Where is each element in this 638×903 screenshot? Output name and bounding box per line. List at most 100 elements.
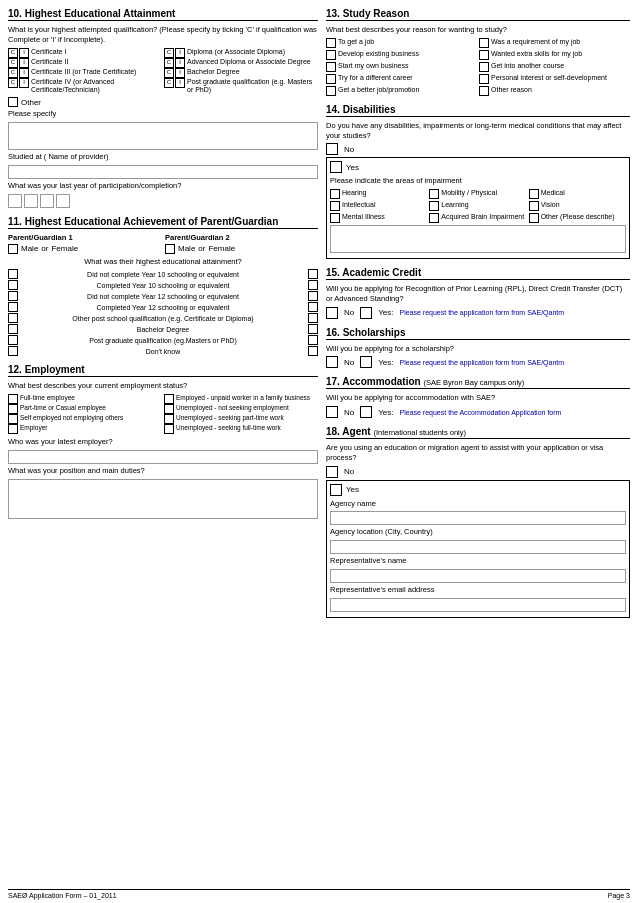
- parent1-male-checkbox[interactable]: [8, 244, 18, 254]
- section-13-title: 13. Study Reason: [326, 8, 630, 21]
- parent2-male-checkbox[interactable]: [165, 244, 175, 254]
- study-item-req: Was a requirement of my job: [479, 38, 630, 48]
- bachelor-complete[interactable]: C: [164, 68, 174, 78]
- accom-yes-cb[interactable]: [360, 406, 372, 418]
- emp-fulltime-cb[interactable]: [8, 394, 18, 404]
- disability-mobility-cb[interactable]: [429, 189, 439, 199]
- accom-no-cb[interactable]: [326, 406, 338, 418]
- emp-unemp-fulltime-cb[interactable]: [164, 424, 174, 434]
- cert-1-complete[interactable]: C: [8, 48, 18, 58]
- year-box-2[interactable]: [24, 194, 38, 208]
- cert-4-complete[interactable]: C: [8, 78, 18, 88]
- adv-diploma-complete[interactable]: C: [164, 58, 174, 68]
- study-career-cb[interactable]: [326, 74, 336, 84]
- disability-describe-input[interactable]: [330, 225, 626, 253]
- attainment-5-p1[interactable]: [8, 324, 18, 334]
- disability-no-cb[interactable]: [326, 143, 338, 155]
- emp-employer-cb[interactable]: [8, 424, 18, 434]
- attainment-0-p2[interactable]: [308, 269, 318, 279]
- emp-unemp-notseeking-cb[interactable]: [164, 404, 174, 414]
- study-personal-cb[interactable]: [479, 74, 489, 84]
- year-box-1[interactable]: [8, 194, 22, 208]
- attainment-3-p2[interactable]: [308, 302, 318, 312]
- cert-4-incomplete[interactable]: I: [19, 78, 29, 88]
- attainment-2-label: Did not complete Year 12 schooling or eq…: [18, 293, 308, 300]
- study-extraskills-cb[interactable]: [479, 50, 489, 60]
- adv-diploma-item: C I Advanced Diploma or Associate Degree: [164, 58, 318, 68]
- disability-medical-cb[interactable]: [529, 189, 539, 199]
- emp-employer: Employer: [8, 424, 162, 434]
- disability-vision-cb[interactable]: [529, 201, 539, 211]
- attainment-6-p2[interactable]: [308, 335, 318, 345]
- attainment-7-p2[interactable]: [308, 346, 318, 356]
- disability-intellectual-cb[interactable]: [330, 201, 340, 211]
- attainment-0-p1[interactable]: [8, 269, 18, 279]
- study-othercourse-cb[interactable]: [479, 62, 489, 72]
- emp-parttime-cb[interactable]: [8, 404, 18, 414]
- please-specify-input[interactable]: [8, 122, 318, 150]
- disability-learning-cb[interactable]: [429, 201, 439, 211]
- attainment-7-p1[interactable]: [8, 346, 18, 356]
- position-duties-input[interactable]: [8, 479, 318, 519]
- adv-diploma-incomplete[interactable]: I: [175, 58, 185, 68]
- cert-3-complete[interactable]: C: [8, 68, 18, 78]
- cert-4-label: Certificate IV (or Advanced Certificate/…: [31, 78, 162, 95]
- agent-no-cb[interactable]: [326, 466, 338, 478]
- disability-yes-cb[interactable]: [330, 161, 342, 173]
- study-job-cb[interactable]: [326, 38, 336, 48]
- year-box-3[interactable]: [40, 194, 54, 208]
- attainment-2-p2[interactable]: [308, 291, 318, 301]
- attainment-1-p2[interactable]: [308, 280, 318, 290]
- other-checkbox[interactable]: [8, 97, 18, 107]
- emp-unpaid-cb[interactable]: [164, 394, 174, 404]
- cert-1-item: C I Certificate I: [8, 48, 162, 58]
- attainment-5-p2[interactable]: [308, 324, 318, 334]
- diploma-complete[interactable]: C: [164, 48, 174, 58]
- attainment-4-p1[interactable]: [8, 313, 18, 323]
- agency-name-input[interactable]: [330, 511, 626, 525]
- credit-no-cb[interactable]: [326, 307, 338, 319]
- postgrad-item: C I Post graduate qualification (e.g. Ma…: [164, 78, 318, 95]
- diploma-incomplete[interactable]: I: [175, 48, 185, 58]
- attainment-4-p2[interactable]: [308, 313, 318, 323]
- agent-yes-group: Yes Agency name Agency location (City, C…: [326, 480, 630, 618]
- scholarship-yes-cb[interactable]: [360, 356, 372, 368]
- study-otherreason-cb[interactable]: [479, 86, 489, 96]
- section-13-question: What best describes your reason for want…: [326, 25, 630, 35]
- emp-selfemployed-cb[interactable]: [8, 414, 18, 424]
- cert-2-complete[interactable]: C: [8, 58, 18, 68]
- attainment-6-p1[interactable]: [8, 335, 18, 345]
- credit-yes-label: Yes:: [378, 308, 393, 317]
- study-biz-cb[interactable]: [326, 50, 336, 60]
- disability-abi-cb[interactable]: [429, 213, 439, 223]
- agent-yes-cb[interactable]: [330, 484, 342, 496]
- year-box-4[interactable]: [56, 194, 70, 208]
- attainment-1-label: Completed Year 10 schooling or equivalen…: [18, 282, 308, 289]
- study-req-cb[interactable]: [479, 38, 489, 48]
- rep-email-input[interactable]: [330, 598, 626, 612]
- postgrad-incomplete[interactable]: I: [175, 78, 185, 88]
- disability-other-cb[interactable]: [529, 213, 539, 223]
- postgrad-complete[interactable]: C: [164, 78, 174, 88]
- cert-2-incomplete[interactable]: I: [19, 58, 29, 68]
- cert-2-item: C I Certificate II: [8, 58, 162, 68]
- study-startbiz-cb[interactable]: [326, 62, 336, 72]
- bachelor-incomplete[interactable]: I: [175, 68, 185, 78]
- studied-at-input[interactable]: [8, 165, 318, 179]
- attainment-3-p1[interactable]: [8, 302, 18, 312]
- credit-yes-cb[interactable]: [360, 307, 372, 319]
- cert-1-incomplete[interactable]: I: [19, 48, 29, 58]
- rep-name-input[interactable]: [330, 569, 626, 583]
- attainment-question: What was their highest educational attai…: [8, 257, 318, 267]
- agency-location-input[interactable]: [330, 540, 626, 554]
- disability-hearing-cb[interactable]: [330, 189, 340, 199]
- scholarship-no-cb[interactable]: [326, 356, 338, 368]
- emp-unemp-parttime-cb[interactable]: [164, 414, 174, 424]
- bachelor-label: Bachelor Degree: [187, 68, 240, 76]
- disability-mental-cb[interactable]: [330, 213, 340, 223]
- attainment-1-p1[interactable]: [8, 280, 18, 290]
- attainment-2-p1[interactable]: [8, 291, 18, 301]
- latest-employer-input[interactable]: [8, 450, 318, 464]
- study-betterjob-cb[interactable]: [326, 86, 336, 96]
- cert-3-incomplete[interactable]: I: [19, 68, 29, 78]
